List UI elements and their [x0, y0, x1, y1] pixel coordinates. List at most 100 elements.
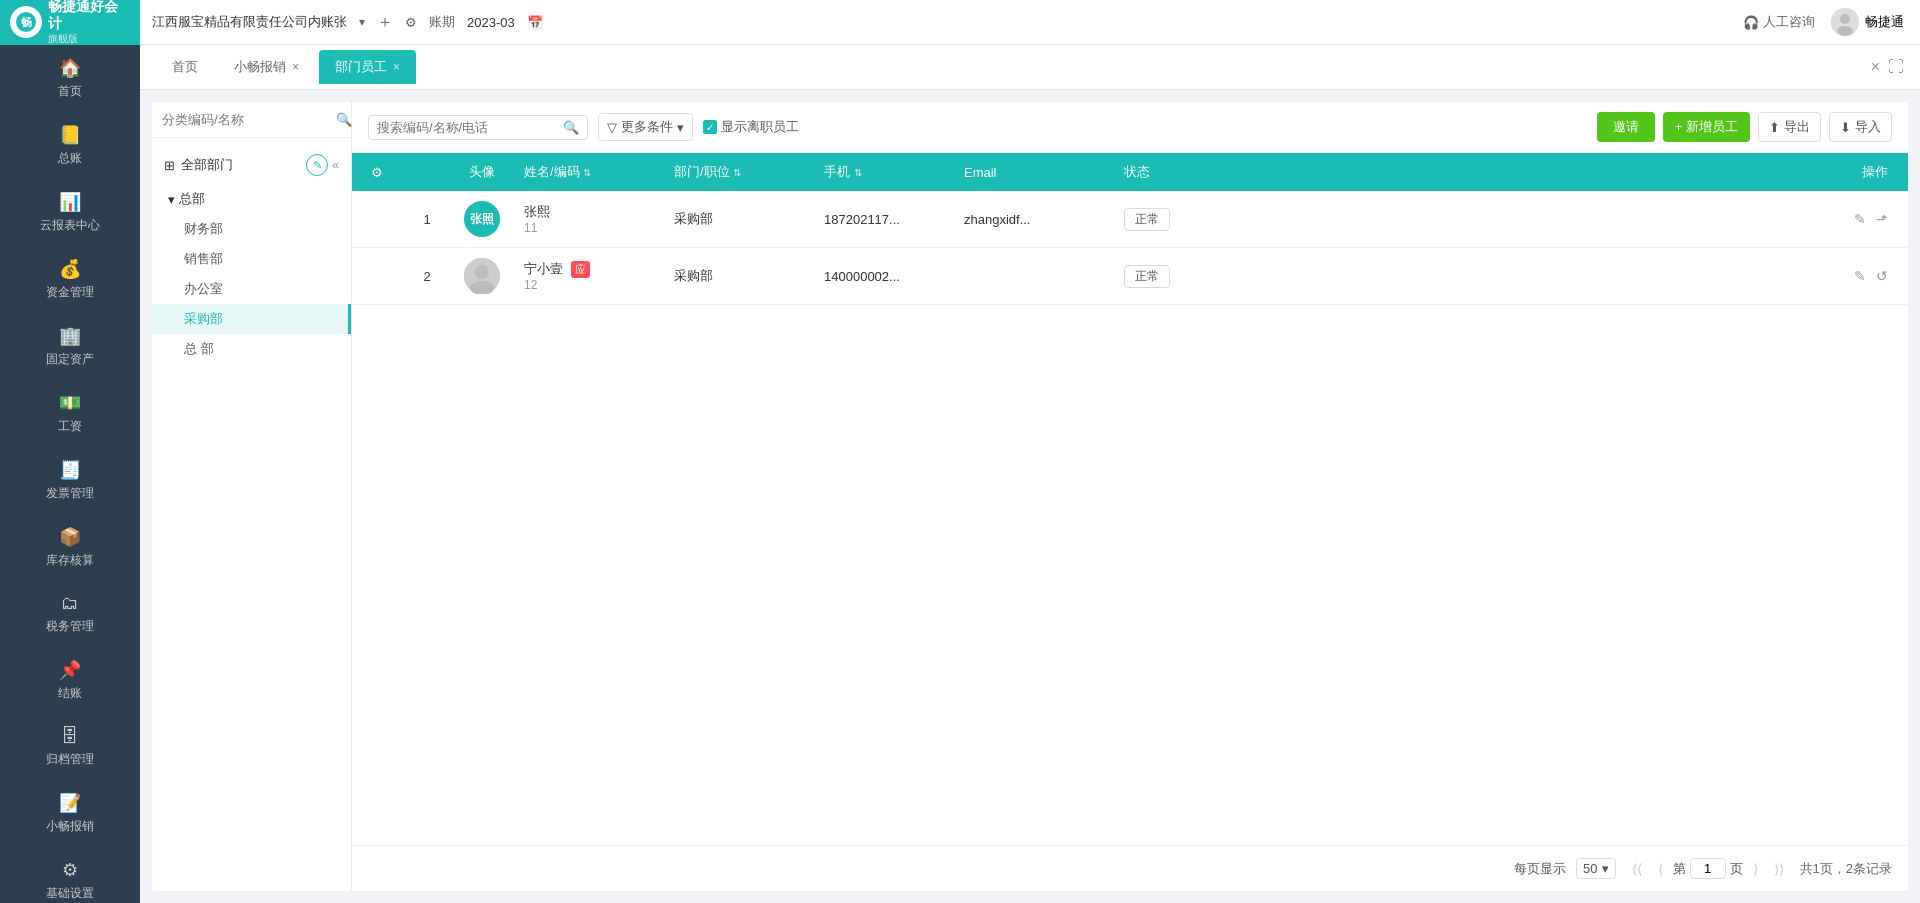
sidebar-label-ledger: 总账 — [58, 150, 82, 167]
sidebar-label-home: 首页 — [58, 83, 82, 100]
svg-point-4 — [1837, 26, 1853, 36]
row2-edit-button[interactable]: ✎ — [1854, 268, 1866, 284]
page-label: 第 — [1673, 860, 1686, 878]
col-name-header[interactable]: 姓名/编码 ⇅ — [512, 153, 662, 191]
page-last-button[interactable]: ⟩⟩ — [1768, 859, 1790, 879]
user-avatar — [1831, 8, 1859, 36]
grid-icon: ⊞ — [164, 158, 175, 173]
name-sort-icon: ⇅ — [583, 167, 591, 178]
page-nav: ⟨⟨ ⟨ 第 页 ⟩ ⟩⟩ — [1626, 858, 1790, 879]
dept-node-headquarters[interactable]: 总 部 — [152, 334, 351, 364]
sidebar-item-assets[interactable]: 🏢 固定资产 — [0, 313, 140, 380]
page-first-button[interactable]: ⟨⟨ — [1626, 859, 1648, 879]
search-input[interactable] — [377, 120, 557, 135]
sidebar-item-funds[interactable]: 💰 资金管理 — [0, 246, 140, 313]
tab-expense-label: 小畅报销 — [234, 58, 286, 76]
dept-search-icon[interactable]: 🔍 — [336, 112, 352, 127]
search-box: 🔍 — [368, 115, 588, 140]
row2-code: 12 — [524, 278, 650, 292]
row2-settings — [352, 248, 402, 305]
sidebar-label-funds: 资金管理 — [46, 284, 94, 301]
row1-phone: 187202117... — [812, 191, 952, 248]
calendar-icon[interactable]: 📅 — [527, 15, 543, 30]
dept-node-purchase[interactable]: 采购部 — [152, 304, 351, 334]
filter-button[interactable]: ▽ 更多条件 ▾ — [598, 113, 693, 141]
row2-name: 宁小壹 — [524, 260, 563, 278]
tab-home[interactable]: 首页 — [156, 50, 214, 84]
search-icon[interactable]: 🔍 — [563, 120, 579, 135]
add-employee-button[interactable]: + 新增员工 — [1663, 112, 1750, 142]
filter-icon: ▽ — [607, 120, 617, 135]
tab-expense-close[interactable]: × — [292, 60, 299, 74]
import-button[interactable]: ⬇ 导入 — [1829, 112, 1892, 142]
export-button[interactable]: ⬆ 导出 — [1758, 112, 1821, 142]
company-dropdown-button[interactable]: ▾ — [359, 15, 365, 29]
row2-avatar-cell — [452, 248, 512, 305]
tab-employees[interactable]: 部门员工 × — [319, 50, 416, 84]
col-phone-header[interactable]: 手机 ⇅ — [812, 153, 952, 191]
sidebar-label-expense: 小畅报销 — [46, 818, 94, 835]
sidebar-item-close[interactable]: 📌 结账 — [0, 647, 140, 714]
per-page-chevron-icon: ▾ — [1602, 861, 1609, 876]
per-page-value: 50 — [1583, 861, 1597, 876]
dept-collapse-button[interactable]: « — [332, 158, 339, 172]
col-dept-header[interactable]: 部门/职位 ⇅ — [662, 153, 812, 191]
sidebar-item-expense[interactable]: 📝 小畅报销 — [0, 780, 140, 847]
sidebar-item-salary[interactable]: 💵 工资 — [0, 380, 140, 447]
inventory-icon: 📦 — [59, 526, 81, 548]
row2-email — [952, 248, 1112, 305]
page-next-button[interactable]: ⟩ — [1747, 859, 1764, 879]
dept-all-label: 全部部门 — [181, 156, 233, 174]
row2-status: 正常 — [1112, 248, 1232, 305]
company-name: 江西服宝精品有限责任公司内账张 — [152, 13, 347, 31]
row2-refresh-button[interactable]: ↺ — [1876, 268, 1888, 284]
tab-employees-label: 部门员工 — [335, 58, 387, 76]
service-button[interactable]: 🎧 人工咨询 — [1743, 13, 1815, 31]
sidebar-item-reports[interactable]: 📊 云报表中心 — [0, 179, 140, 246]
page-number-input[interactable] — [1690, 858, 1726, 879]
tab-employees-close[interactable]: × — [393, 60, 400, 74]
dept-node-finance[interactable]: 财务部 — [152, 214, 351, 244]
row1-edit-button[interactable]: ✎ — [1854, 211, 1866, 227]
sidebar-item-ledger[interactable]: 📒 总账 — [0, 112, 140, 179]
dept-node-sales[interactable]: 销售部 — [152, 244, 351, 274]
period-value: 2023-03 — [467, 15, 515, 30]
reports-icon: 📊 — [59, 191, 81, 213]
tab-close-all-button[interactable]: × — [1871, 58, 1880, 76]
sidebar-item-tax[interactable]: 🗂 税务管理 — [0, 581, 140, 647]
show-resigned-checkbox[interactable]: ✓ 显示离职员工 — [703, 118, 799, 136]
row1-status: 正常 — [1112, 191, 1232, 248]
expense-icon: 📝 — [59, 792, 81, 814]
sidebar-item-archive[interactable]: 🗄 归档管理 — [0, 714, 140, 780]
page-prev-button[interactable]: ⟨ — [1652, 859, 1669, 879]
dept-node-office[interactable]: 办公室 — [152, 274, 351, 304]
add-company-button[interactable]: ＋ — [377, 12, 393, 33]
row2-action: ✎ ↺ — [1232, 248, 1908, 305]
user-area[interactable]: 畅捷通 — [1831, 8, 1904, 36]
dept-edit-button[interactable]: ✎ — [306, 154, 328, 176]
sidebar-item-home[interactable]: 🏠 首页 — [0, 45, 140, 112]
row1-settings — [352, 191, 402, 248]
user-name: 畅捷通 — [1865, 13, 1904, 31]
sidebar-item-invoice[interactable]: 🧾 发票管理 — [0, 447, 140, 514]
dept-group-parent: ▾ 总部 财务部 销售部 办公室 采购部 总 部 — [152, 184, 351, 364]
dept-search-input[interactable] — [162, 112, 330, 127]
settings-button[interactable]: ⚙ — [405, 15, 417, 30]
per-page-select[interactable]: 50 ▾ — [1576, 858, 1615, 879]
period-label: 账期 — [429, 13, 455, 31]
tab-expand-button[interactable]: ⛶ — [1888, 58, 1904, 76]
dept-all-item[interactable]: ⊞ 全部部门 ✎ « — [152, 146, 351, 184]
row1-logout-button[interactable]: ⬏ — [1876, 211, 1888, 227]
sidebar: 🏠 首页 📒 总账 📊 云报表中心 💰 资金管理 🏢 固定资产 💵 工资 🧾 发… — [0, 45, 140, 903]
filter-label: 更多条件 — [621, 118, 673, 136]
sidebar-label-archive: 归档管理 — [46, 751, 94, 768]
sidebar-item-settings[interactable]: ⚙ 基础设置 — [0, 847, 140, 903]
sidebar-label-assets: 固定资产 — [46, 351, 94, 368]
row1-no: 1 — [402, 191, 452, 248]
col-settings-header[interactable]: ⚙ — [352, 153, 402, 191]
invite-button[interactable]: 邀请 — [1597, 112, 1655, 142]
funds-icon: 💰 — [59, 258, 81, 280]
sidebar-item-inventory[interactable]: 📦 库存核算 — [0, 514, 140, 581]
tab-expense[interactable]: 小畅报销 × — [218, 50, 315, 84]
dept-parent-label: 总部 — [179, 190, 205, 208]
